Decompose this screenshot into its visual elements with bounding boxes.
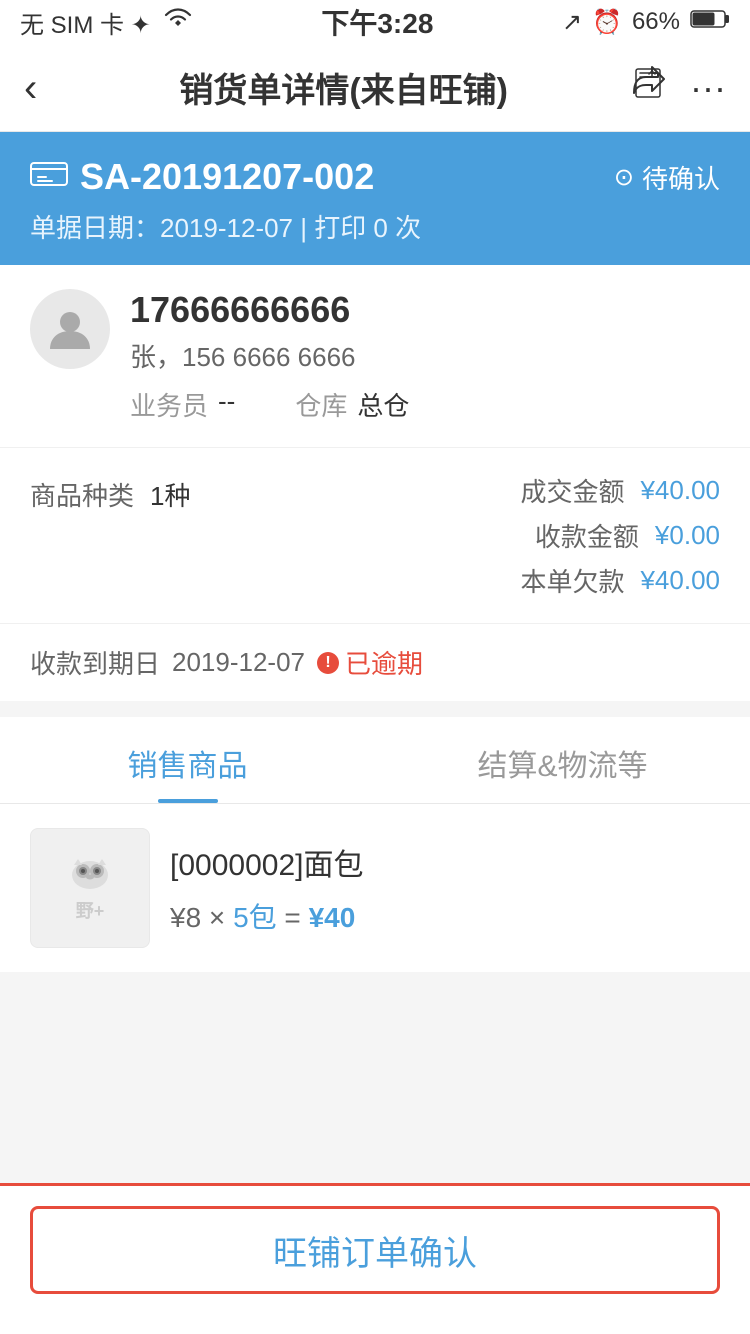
overdue-badge: ! 已逾期 [317,644,423,681]
order-meta: 单据日期：2019-12-07 | 打印 0 次 [30,208,720,245]
price-formula: ¥8 × [170,902,233,933]
product-thumbnail: 野+ [30,828,150,948]
product-list: 野+ [0000002]面包 ¥8 × 5包 = ¥40 [0,804,750,972]
back-button[interactable]: ‹ [24,68,57,108]
price-equals: = [277,902,309,933]
product-qty: 5包 [233,902,277,933]
share-icon[interactable] [630,65,666,110]
category-label: 商品种类 [30,476,134,513]
overdue-text: 已逾期 [345,644,423,681]
customer-section: 17666666666 张，156 6666 6666 业务员 -- 仓库 总仓 [0,265,750,448]
warehouse-meta: 仓库 总仓 [295,386,409,423]
nav-actions: ··· [630,65,726,110]
product-price: ¥8 × 5包 = ¥40 [170,896,720,936]
product-info: [0000002]面包 ¥8 × 5包 = ¥40 [170,840,720,936]
confirm-order-button[interactable]: 旺铺订单确认 [30,1206,720,1294]
debt-amount-row: 本单欠款 ¥40.00 [520,562,720,599]
overdue-dot-icon: ! [317,652,339,674]
received-amount-row: 收款金额 ¥0.00 [535,517,720,554]
customer-phone: 17666666666 [130,289,720,331]
product-total: ¥40 [309,902,356,933]
deal-amount-value: ¥40.00 [640,475,720,506]
due-date-value: 2019-12-07 [172,647,305,678]
warehouse-value: 总仓 [357,386,409,423]
summary-section: 商品种类 1种 成交金额 ¥40.00 收款金额 ¥0.00 本单欠款 ¥40.… [0,448,750,624]
brand-label: 野+ [76,897,105,923]
received-value: ¥0.00 [655,520,720,551]
order-header-card: SA-20191207-002 ⊙ 待确认 单据日期：2019-12-07 | … [0,132,750,265]
tabs-header: 销售商品 结算&物流等 [0,717,750,804]
status-bar-left: 无 SIM 卡 ✦ [20,5,193,40]
product-thumb-inner: 野+ [62,853,118,923]
page-title: 销货单详情(来自旺铺) [57,63,630,112]
due-date-section: 收款到期日 2019-12-07 ! 已逾期 [0,624,750,701]
order-type-icon [30,156,68,198]
customer-meta: 业务员 -- 仓库 总仓 [130,386,720,423]
bottom-bar: 旺铺订单确认 [0,1183,750,1334]
customer-card: 17666666666 张，156 6666 6666 业务员 -- 仓库 总仓… [0,265,750,701]
nav-bar: ‹ 销货单详情(来自旺铺) ··· [0,44,750,132]
deal-amount-label: 成交金额 [520,472,624,509]
warehouse-label: 仓库 [295,386,347,423]
clock-icon: ⊙ [614,163,634,192]
location-icon: ↗ [562,8,582,37]
sales-value: -- [218,386,235,423]
summary-left: 商品种类 1种 [30,472,190,513]
summary-right: 成交金额 ¥40.00 收款金额 ¥0.00 本单欠款 ¥40.00 [520,472,720,599]
debt-value: ¥40.00 [640,565,720,596]
received-label: 收款金额 [535,517,639,554]
tabs-section: 销售商品 结算&物流等 [0,717,750,972]
order-id: SA-20191207-002 [30,156,374,198]
product-name: [0000002]面包 [170,840,720,884]
debt-label: 本单欠款 [520,562,624,599]
battery-icon [690,8,730,36]
tab-sales-products[interactable]: 销售商品 [0,717,375,803]
wifi-icon [163,8,193,37]
status-bar: 无 SIM 卡 ✦ 下午3:28 ↗ ⏰ 66% [0,0,750,44]
status-bar-right: ↗ ⏰ 66% [562,8,730,37]
customer-info: 17666666666 张，156 6666 6666 业务员 -- 仓库 总仓 [130,289,720,423]
sales-label: 业务员 [130,386,208,423]
bottom-spacer [0,972,750,1172]
battery-level: 66% [632,8,680,36]
order-status-badge: ⊙ 待确认 [614,159,720,196]
due-date-label: 收款到期日 [30,644,160,681]
deal-amount-row: 成交金额 ¥40.00 [520,472,720,509]
sim-status: 无 SIM 卡 ✦ [20,5,151,40]
customer-name: 张，156 6666 6666 [130,337,720,374]
more-icon[interactable]: ··· [690,67,726,109]
product-item: 野+ [0000002]面包 ¥8 × 5包 = ¥40 [30,828,720,948]
category-value: 1种 [150,476,190,513]
avatar [30,289,110,369]
tab-settlement[interactable]: 结算&物流等 [375,717,750,803]
status-text: 待确认 [642,159,720,196]
status-bar-time: 下午3:28 [321,2,433,42]
alarm-icon: ⏰ [592,8,622,37]
sales-meta: 业务员 -- [130,386,235,423]
